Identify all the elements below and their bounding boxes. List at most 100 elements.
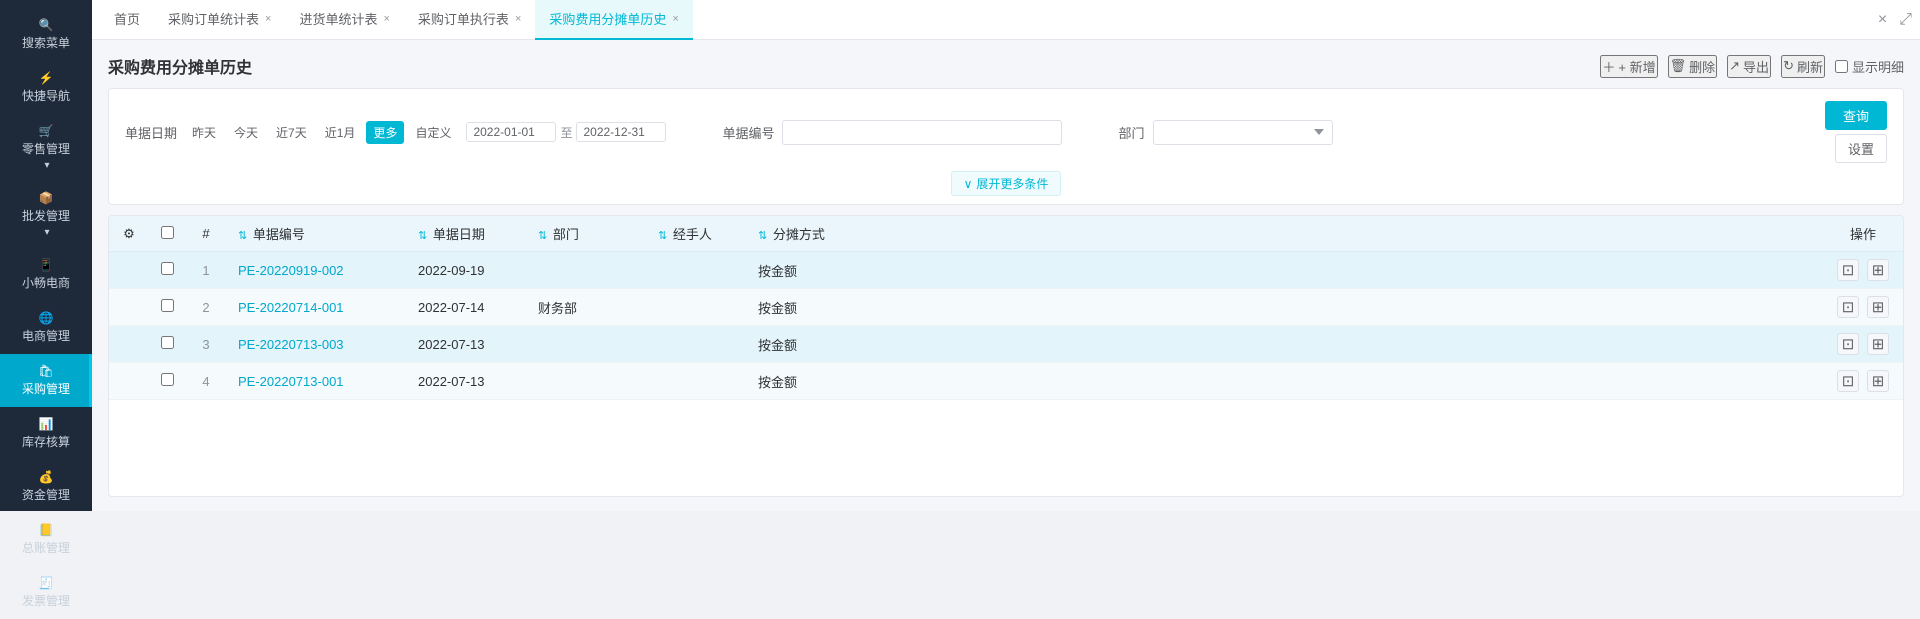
col-label: 分摊方式 <box>773 227 825 242</box>
refresh-button[interactable]: ↻ 刷新 <box>1781 55 1825 78</box>
doc-num-link[interactable]: PE-20220713-003 <box>238 337 344 352</box>
tab-close-icon[interactable]: × <box>265 13 271 25</box>
sidebar-item-retail-mgmt[interactable]: 🛒 零售管理 ▾ <box>0 114 92 181</box>
date-label: 单据日期 <box>125 123 177 142</box>
search-button[interactable]: 查询 <box>1825 101 1887 130</box>
row-more-icon[interactable]: ⊞ <box>1867 259 1889 281</box>
dept-select[interactable] <box>1153 120 1333 145</box>
purchase-icon: 🛍 <box>38 364 53 378</box>
search-settings-button[interactable]: 设置 <box>1835 134 1887 163</box>
sidebar-item-mini-ecom[interactable]: 📱 小畅电商 <box>0 248 92 301</box>
export-button[interactable]: ↗ 导出 <box>1727 55 1771 78</box>
sidebar-item-purchase-mgmt[interactable]: 🛍 采购管理 <box>0 354 92 407</box>
refresh-label: 刷新 <box>1797 57 1823 76</box>
tab-close-icon[interactable]: × <box>383 13 389 25</box>
delete-button[interactable]: 🗑 删除 <box>1668 55 1718 78</box>
row-doc-num-cell: PE-20220713-001 <box>226 363 406 400</box>
sidebar-item-label: 小畅电商 <box>4 274 88 291</box>
row-doc-num-cell: PE-20220713-003 <box>226 326 406 363</box>
row-action-cell: ⊡ ⊞ <box>1823 289 1903 326</box>
sidebar-item-label: 搜索菜单 <box>4 34 88 51</box>
sidebar-item-wholesale-mgmt[interactable]: 📦 批发管理 ▾ <box>0 181 92 248</box>
row-more-icon[interactable]: ⊞ <box>1867 333 1889 355</box>
date-btn-today[interactable]: 今天 <box>227 121 265 144</box>
doc-num-link[interactable]: PE-20220919-002 <box>238 263 344 278</box>
add-button[interactable]: ＋ + 新增 <box>1600 55 1657 78</box>
row-checkbox-cell <box>149 363 186 400</box>
row-gear-cell <box>109 252 149 289</box>
select-all-checkbox[interactable] <box>161 226 174 239</box>
delete-label: 删除 <box>1689 57 1715 76</box>
row-gear-cell <box>109 363 149 400</box>
row-num-cell: 4 <box>186 363 226 400</box>
row-date-cell: 2022-07-14 <box>406 289 526 326</box>
tab-close-icon[interactable]: × <box>672 13 678 25</box>
row-gear-cell <box>109 289 149 326</box>
date-btn-custom[interactable]: 自定义 <box>408 121 458 144</box>
main-area: 首页 采购订单统计表 × 进货单统计表 × 采购订单执行表 × 采购费用分摊单历… <box>92 0 1920 511</box>
row-checkbox-cell <box>149 289 186 326</box>
table-row: 2 PE-20220714-001 2022-07-14 财务部 按金额 ⊡ ⊞ <box>109 289 1903 326</box>
sidebar-item-finance-mgmt[interactable]: 💰 资金管理 <box>0 460 92 513</box>
col-gear: ⚙ <box>109 216 149 252</box>
tab-purchase-order-exec[interactable]: 采购订单执行表 × <box>404 0 535 40</box>
sidebar-item-quick-nav[interactable]: ⚡ 快捷导航 <box>0 61 92 114</box>
row-edit-icon[interactable]: ⊡ <box>1837 296 1859 318</box>
wholesale-icon: 📦 <box>39 191 54 205</box>
row-checkbox[interactable] <box>161 373 174 386</box>
expand-more-button[interactable]: ∨ 展开更多条件 <box>951 171 1062 196</box>
row-handler-cell <box>646 326 746 363</box>
row-edit-icon[interactable]: ⊡ <box>1837 370 1859 392</box>
window-expand-icon[interactable]: ⤢ <box>1899 11 1912 29</box>
sort-icon: ⇅ <box>538 230 547 242</box>
sidebar-item-inventory[interactable]: 📊 库存核算 <box>0 407 92 460</box>
date-btn-yesterday[interactable]: 昨天 <box>185 121 223 144</box>
table-row: 1 PE-20220919-002 2022-09-19 按金额 ⊡ ⊞ <box>109 252 1903 289</box>
row-more-icon[interactable]: ⊞ <box>1867 370 1889 392</box>
sidebar-item-invoice-mgmt[interactable]: 🧾 发票管理 <box>0 566 92 619</box>
sidebar-item-label: 采购管理 <box>4 380 88 397</box>
row-checkbox[interactable] <box>161 299 174 312</box>
col-doc-num-header: ⇅ 单据编号 <box>226 216 406 252</box>
ledger-icon: 📒 <box>39 523 54 537</box>
row-gear-cell <box>109 326 149 363</box>
gear-icon[interactable]: ⚙ <box>123 226 135 241</box>
doc-num-link[interactable]: PE-20220714-001 <box>238 300 344 315</box>
tab-home[interactable]: 首页 <box>100 0 154 40</box>
row-more-icon[interactable]: ⊞ <box>1867 296 1889 318</box>
row-checkbox[interactable] <box>161 262 174 275</box>
doc-num-field: 单据编号 <box>722 120 1062 145</box>
doc-num-link[interactable]: PE-20220713-001 <box>238 374 344 389</box>
invoice-icon: 🧾 <box>39 576 54 590</box>
show-cols-checkbox[interactable]: 显示明细 <box>1835 57 1904 76</box>
doc-num-input[interactable] <box>782 120 1062 145</box>
row-checkbox[interactable] <box>161 336 174 349</box>
show-cols-check[interactable] <box>1835 60 1848 73</box>
tab-inbound-stats[interactable]: 进货单统计表 × <box>285 0 403 40</box>
tabs-right-controls: × ⤢ <box>1878 11 1912 29</box>
sidebar-item-search-menu[interactable]: 🔍 搜索菜单 <box>0 8 92 61</box>
date-btn-1month[interactable]: 近1月 <box>318 121 363 144</box>
page-title: 采购费用分摊单历史 <box>108 54 252 78</box>
date-field: 单据日期 昨天 今天 近7天 近1月 更多 自定义 至 <box>125 121 666 144</box>
date-to-input[interactable] <box>576 122 666 142</box>
add-icon: ＋ <box>1602 57 1615 76</box>
sort-icon: ⇅ <box>758 230 767 242</box>
tab-purchase-cost-history[interactable]: 采购费用分摊单历史 × <box>535 0 692 40</box>
row-action-cell: ⊡ ⊞ <box>1823 326 1903 363</box>
tabs-bar: 首页 采购订单统计表 × 进货单统计表 × 采购订单执行表 × 采购费用分摊单历… <box>92 0 1920 40</box>
date-from-input[interactable] <box>466 122 556 142</box>
sidebar-item-ecom-mgmt[interactable]: 🌐 电商管理 <box>0 301 92 354</box>
tab-close-icon[interactable]: × <box>515 13 521 25</box>
row-handler-cell <box>646 252 746 289</box>
sidebar-item-ledger-mgmt[interactable]: 📒 总账管理 <box>0 513 92 566</box>
date-btn-more[interactable]: 更多 <box>366 121 404 144</box>
mini-ecom-icon: 📱 <box>39 258 54 272</box>
window-close-icon[interactable]: × <box>1878 11 1887 29</box>
row-edit-icon[interactable]: ⊡ <box>1837 259 1859 281</box>
sidebar: 🔍 搜索菜单 ⚡ 快捷导航 🛒 零售管理 ▾ 📦 批发管理 ▾ 📱 小畅电商 🌐… <box>0 0 92 511</box>
row-edit-icon[interactable]: ⊡ <box>1837 333 1859 355</box>
date-btn-7days[interactable]: 近7天 <box>269 121 314 144</box>
col-method-header: ⇅ 分摊方式 <box>746 216 1823 252</box>
tab-purchase-order-stats[interactable]: 采购订单统计表 × <box>154 0 285 40</box>
